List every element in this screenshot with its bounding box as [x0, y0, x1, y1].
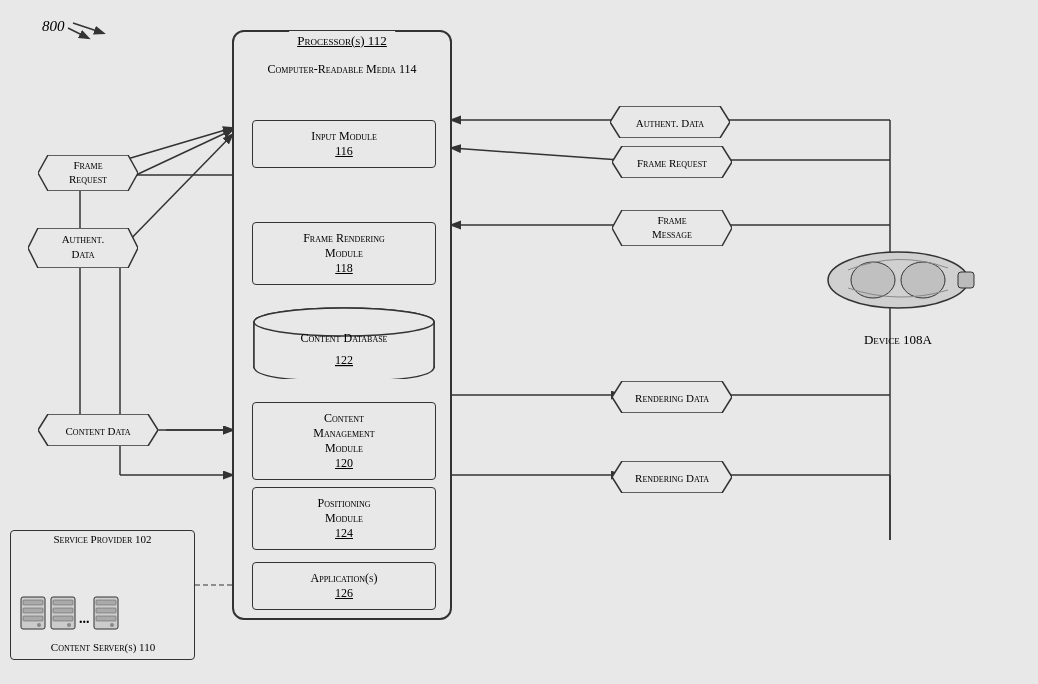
authent-data-right-label: Authent. Data [610, 106, 730, 142]
svg-rect-60 [958, 272, 974, 288]
server-icon-3 [92, 595, 120, 631]
content-mgmt-num: 120 [257, 456, 431, 471]
applications-num: 126 [257, 586, 431, 601]
svg-point-75 [110, 623, 114, 627]
svg-rect-63 [23, 608, 43, 613]
svg-text:Message: Message [652, 228, 692, 240]
svg-rect-67 [53, 600, 73, 605]
positioning-module-box: PositioningModule 124 [252, 487, 436, 550]
input-module-num: 116 [257, 144, 431, 159]
svg-rect-69 [53, 616, 73, 621]
authent-data-left-label: Authent. Data [28, 228, 138, 272]
svg-point-65 [37, 623, 41, 627]
server-icon-1 [19, 595, 47, 631]
svg-rect-64 [23, 616, 43, 621]
svg-text:Content Database: Content Database [300, 331, 387, 345]
applications-module-box: Application(s) 126 [252, 562, 436, 610]
frame-rendering-label: Frame RenderingModule [303, 231, 385, 260]
processor-title: Processor(s) 112 [289, 31, 395, 51]
frame-rendering-module-box: Frame RenderingModule 118 [252, 222, 436, 285]
svg-text:Request: Request [69, 173, 107, 185]
svg-line-7 [136, 130, 232, 175]
svg-line-11 [452, 148, 620, 160]
service-provider-label: Service Provider 102 [53, 533, 151, 545]
svg-point-70 [67, 623, 71, 627]
svg-text:Rendering Data: Rendering Data [635, 472, 709, 484]
svg-rect-62 [23, 600, 43, 605]
svg-text:Frame Request: Frame Request [637, 157, 707, 169]
svg-text:Authent.: Authent. [62, 233, 105, 245]
frame-rendering-num: 118 [257, 261, 431, 276]
service-provider-box: Service Provider 102 ... [10, 530, 195, 660]
device-label: Device 108A [818, 332, 978, 348]
svg-text:Authent. Data: Authent. Data [636, 117, 705, 129]
svg-text:Frame: Frame [657, 214, 686, 226]
svg-point-58 [851, 262, 895, 298]
processor-label: Processor(s) 112 [297, 33, 387, 48]
server-icon-2 [49, 595, 77, 631]
device-area: Device 108A [818, 240, 978, 348]
applications-label: Application(s) [311, 571, 378, 585]
server-label: Content Server(s) 110 [19, 641, 187, 653]
svg-rect-73 [96, 608, 116, 613]
svg-text:Content Data: Content Data [66, 425, 131, 437]
rendering-data-1-label: Rendering Data [612, 381, 732, 417]
diagram: 800 [0, 0, 1038, 684]
device-svg [818, 240, 978, 320]
rendering-data-2-label: Rendering Data [612, 461, 732, 497]
svg-text:Rendering Data: Rendering Data [635, 392, 709, 404]
svg-text:Data: Data [72, 248, 95, 260]
content-data-left-label: Content Data [38, 414, 158, 450]
frame-request-left-label: Frame Request [38, 155, 138, 195]
input-module-box: Input Module 116 [252, 120, 436, 168]
server-ellipsis: ... [79, 611, 90, 627]
frame-message-right-label: Frame Message [612, 210, 732, 250]
frame-request-right-label: Frame Request [612, 146, 732, 182]
content-mgmt-module-box: ContentManagementModule 120 [252, 402, 436, 480]
svg-rect-72 [96, 600, 116, 605]
svg-rect-74 [96, 616, 116, 621]
svg-text:Frame: Frame [73, 159, 102, 171]
content-db-svg: Content Database 122 [252, 304, 436, 379]
svg-point-57 [828, 252, 968, 308]
positioning-num: 124 [257, 526, 431, 541]
content-db-area: Content Database 122 [252, 304, 436, 379]
figure-label: 800 [42, 18, 108, 38]
processor-box: Processor(s) 112 Computer-Readable Media… [232, 30, 452, 620]
crm-label: Computer-Readable Media 114 [268, 62, 417, 77]
content-mgmt-label: ContentManagementModule [313, 411, 374, 455]
positioning-label: PositioningModule [318, 496, 371, 525]
svg-text:122: 122 [335, 353, 353, 367]
input-module-label: Input Module [311, 129, 377, 143]
svg-rect-68 [53, 608, 73, 613]
